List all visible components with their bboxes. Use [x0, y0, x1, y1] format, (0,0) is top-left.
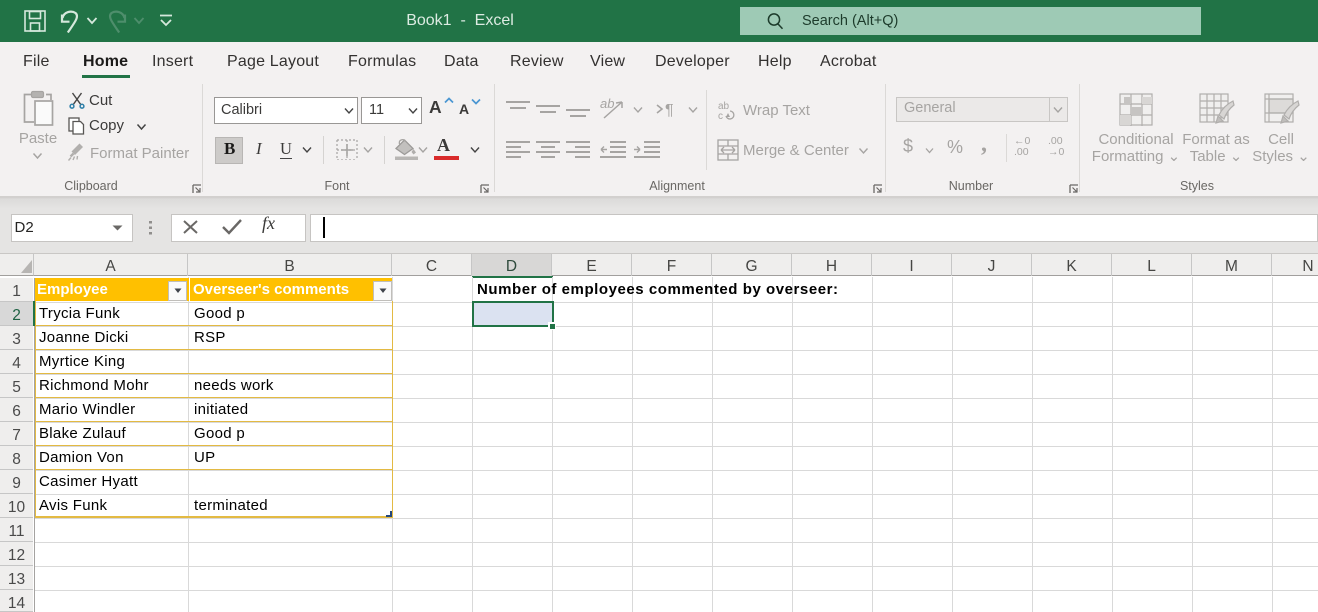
svg-text:c: c [718, 111, 723, 120]
svg-text:¶: ¶ [665, 102, 674, 118]
svg-text:ab: ab [600, 96, 614, 111]
